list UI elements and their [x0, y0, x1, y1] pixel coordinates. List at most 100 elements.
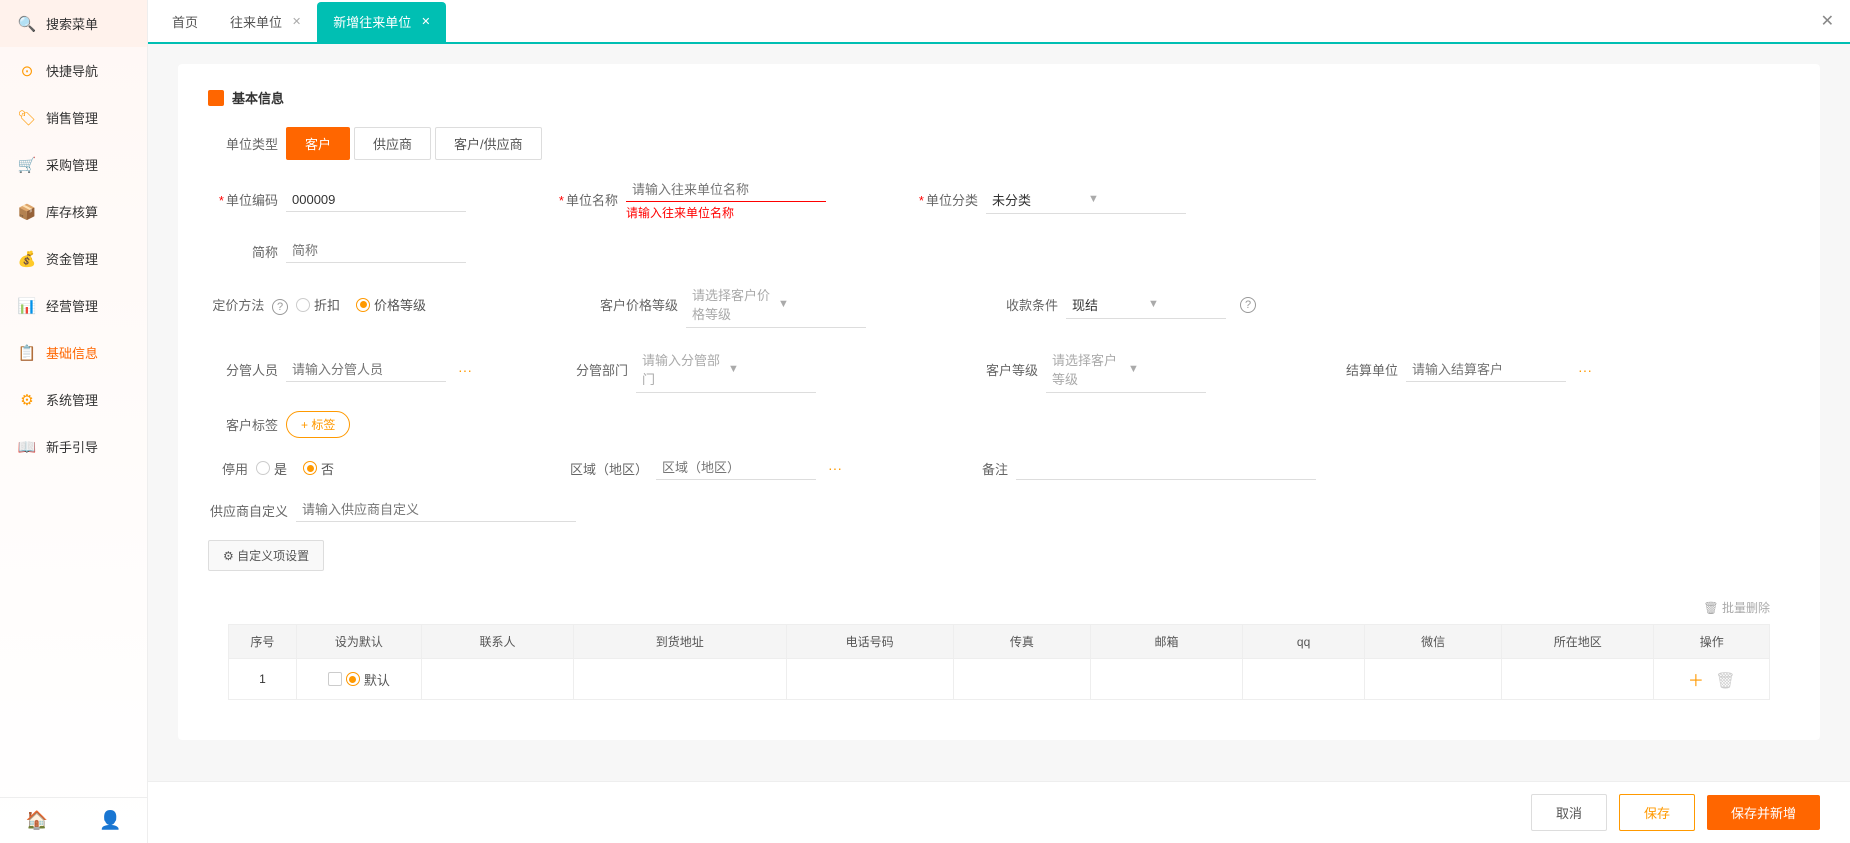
- cell-region[interactable]: [1502, 659, 1654, 700]
- operations-icon: 📊: [18, 297, 36, 315]
- basic-info-card: 基本信息 单位类型 客户 供应商 客户/供应商 *单位编码: [178, 64, 1820, 740]
- row-checkbox[interactable]: [328, 672, 342, 686]
- cancel-button[interactable]: 取消: [1531, 794, 1607, 831]
- sidebar-item-finance[interactable]: 💰 资金管理: [0, 235, 147, 282]
- sidebar-item-operations[interactable]: 📊 经营管理: [0, 282, 147, 329]
- disabled-yes-radio[interactable]: 是: [256, 459, 287, 478]
- manager-input[interactable]: [286, 358, 446, 382]
- pricing-level-radio[interactable]: 价格等级: [356, 295, 426, 314]
- department-label: 分管部门: [568, 360, 628, 379]
- qq-input[interactable]: [1274, 672, 1334, 687]
- tab-bar-close-btn[interactable]: ✕: [1813, 11, 1842, 31]
- cell-contact[interactable]: [421, 659, 573, 700]
- sidebar-bottom: 🏠 👤: [0, 797, 147, 843]
- disabled-yes-circle: [256, 461, 270, 475]
- unit-type-customer-btn[interactable]: 客户: [286, 127, 350, 160]
- abbr-input[interactable]: [286, 239, 466, 263]
- unit-type-supplier-btn[interactable]: 供应商: [354, 127, 431, 160]
- disabled-no-circle: [303, 461, 317, 475]
- customer-price-level-select[interactable]: 请选择客户价格等级 ▼: [686, 281, 866, 328]
- address-input[interactable]: [620, 672, 740, 687]
- col-contact: 联系人: [421, 625, 573, 659]
- col-qq: qq: [1243, 625, 1365, 659]
- tab-counterparty-label: 往来单位: [230, 12, 282, 31]
- contact-input[interactable]: [457, 672, 537, 687]
- sidebar-home-btn[interactable]: 🏠: [0, 798, 74, 843]
- supplier-custom-input[interactable]: [296, 498, 576, 522]
- col-default: 设为默认: [296, 625, 421, 659]
- settlement-unit-input[interactable]: [1406, 358, 1566, 382]
- unit-name-input[interactable]: [626, 178, 826, 202]
- unit-category-select[interactable]: 未分类 ▼: [986, 186, 1186, 214]
- pricing-help-icon[interactable]: ?: [272, 299, 288, 315]
- pricing-discount-radio[interactable]: 折扣: [296, 295, 340, 314]
- cell-fax[interactable]: [953, 659, 1090, 700]
- unit-type-item: 单位类型 客户 供应商 客户/供应商: [208, 127, 1790, 160]
- sidebar-item-inventory[interactable]: 📦 库存核算: [0, 188, 147, 235]
- cell-wechat[interactable]: [1365, 659, 1502, 700]
- department-select[interactable]: 请输入分管部门 ▼: [636, 346, 816, 393]
- save-button[interactable]: 保存: [1619, 794, 1695, 831]
- supplier-custom-label: 供应商自定义: [208, 501, 288, 520]
- settlement-unit-more-btn[interactable]: ···: [1578, 362, 1592, 378]
- add-row-btn[interactable]: ＋: [1684, 667, 1708, 691]
- sidebar-item-basic[interactable]: 📋 基础信息: [0, 329, 147, 376]
- sidebar-item-sales[interactable]: 🏷 销售管理: [0, 94, 147, 141]
- sidebar-item-label: 快捷导航: [46, 61, 98, 80]
- unit-code-input[interactable]: [286, 188, 466, 212]
- sidebar-item-search[interactable]: 🔍 搜索菜单: [0, 0, 147, 47]
- customer-level-item: 客户等级 请选择客户等级 ▼: [968, 346, 1268, 393]
- unit-category-item: *单位分类 未分类 ▼: [908, 186, 1790, 214]
- disabled-no-radio[interactable]: 否: [303, 459, 334, 478]
- fax-input[interactable]: [987, 672, 1057, 687]
- region-more-btn[interactable]: ···: [828, 460, 842, 476]
- row-region-input[interactable]: [1538, 672, 1618, 687]
- price-level-radio-circle: [356, 298, 370, 312]
- sidebar-item-purchase[interactable]: 🛒 采购管理: [0, 141, 147, 188]
- sidebar-user-btn[interactable]: 👤: [74, 798, 148, 843]
- tab-counterparty-close[interactable]: ✕: [292, 15, 301, 28]
- sidebar-item-system[interactable]: ⚙ 系统管理: [0, 376, 147, 423]
- cell-qq[interactable]: [1243, 659, 1365, 700]
- email-input[interactable]: [1126, 672, 1206, 687]
- payment-terms-help-icon[interactable]: ?: [1240, 297, 1256, 313]
- manager-more-btn[interactable]: ···: [458, 362, 472, 378]
- tab-new-counterparty-close[interactable]: ✕: [421, 15, 430, 28]
- wechat-input[interactable]: [1398, 672, 1468, 687]
- sidebar-item-quick-nav[interactable]: ⊙ 快捷导航: [0, 47, 147, 94]
- customer-tag-row: 客户标签 + 标签: [208, 411, 1790, 438]
- batch-delete-btn[interactable]: 🗑 批量删除: [228, 599, 1770, 616]
- payment-terms-select[interactable]: 现结 ▼: [1066, 291, 1226, 319]
- customer-level-arrow-icon: ▼: [1128, 363, 1200, 375]
- col-no: 序号: [229, 625, 297, 659]
- pricing-method-item: 定价方法 ? 折扣 价格等级: [208, 295, 528, 315]
- customer-level-select[interactable]: 请选择客户等级 ▼: [1046, 346, 1206, 393]
- basic-icon: 📋: [18, 344, 36, 362]
- region-input[interactable]: [656, 456, 816, 480]
- pricing-method-label: 定价方法 ?: [208, 295, 288, 315]
- custom-settings-btn[interactable]: ⚙ 自定义项设置: [208, 540, 324, 571]
- table-header-row: 序号 设为默认 联系人 到货地址 电话号码 传真 邮箱 qq 微信 所在地区 操…: [229, 625, 1770, 659]
- unit-type-both-btn[interactable]: 客户/供应商: [435, 127, 542, 160]
- tab-home[interactable]: 首页: [156, 2, 214, 43]
- phone-input[interactable]: [825, 672, 915, 687]
- tab-counterparty[interactable]: 往来单位 ✕: [214, 2, 317, 43]
- cell-email[interactable]: [1090, 659, 1242, 700]
- add-tag-btn[interactable]: + 标签: [286, 411, 350, 438]
- main-area: 首页 往来单位 ✕ 新增往来单位 ✕ ✕ 基本信息 单位类型 客户: [148, 0, 1850, 843]
- discount-radio-circle: [296, 298, 310, 312]
- save-new-button[interactable]: 保存并新增: [1707, 795, 1820, 830]
- customer-level-label: 客户等级: [968, 360, 1038, 379]
- delete-row-btn[interactable]: 🗑: [1711, 671, 1739, 691]
- cell-phone[interactable]: [786, 659, 953, 700]
- col-address: 到货地址: [574, 625, 786, 659]
- tab-new-counterparty[interactable]: 新增往来单位 ✕: [317, 2, 446, 43]
- supplier-custom-item: 供应商自定义: [208, 498, 1790, 522]
- sidebar-item-guide[interactable]: 📖 新手引导: [0, 423, 147, 470]
- tab-home-label: 首页: [172, 12, 198, 31]
- default-radio[interactable]: 默认: [346, 670, 390, 689]
- cell-default: 默认: [296, 659, 421, 700]
- remark-input[interactable]: [1016, 456, 1316, 480]
- cell-address[interactable]: [574, 659, 786, 700]
- search-icon: 🔍: [18, 15, 36, 33]
